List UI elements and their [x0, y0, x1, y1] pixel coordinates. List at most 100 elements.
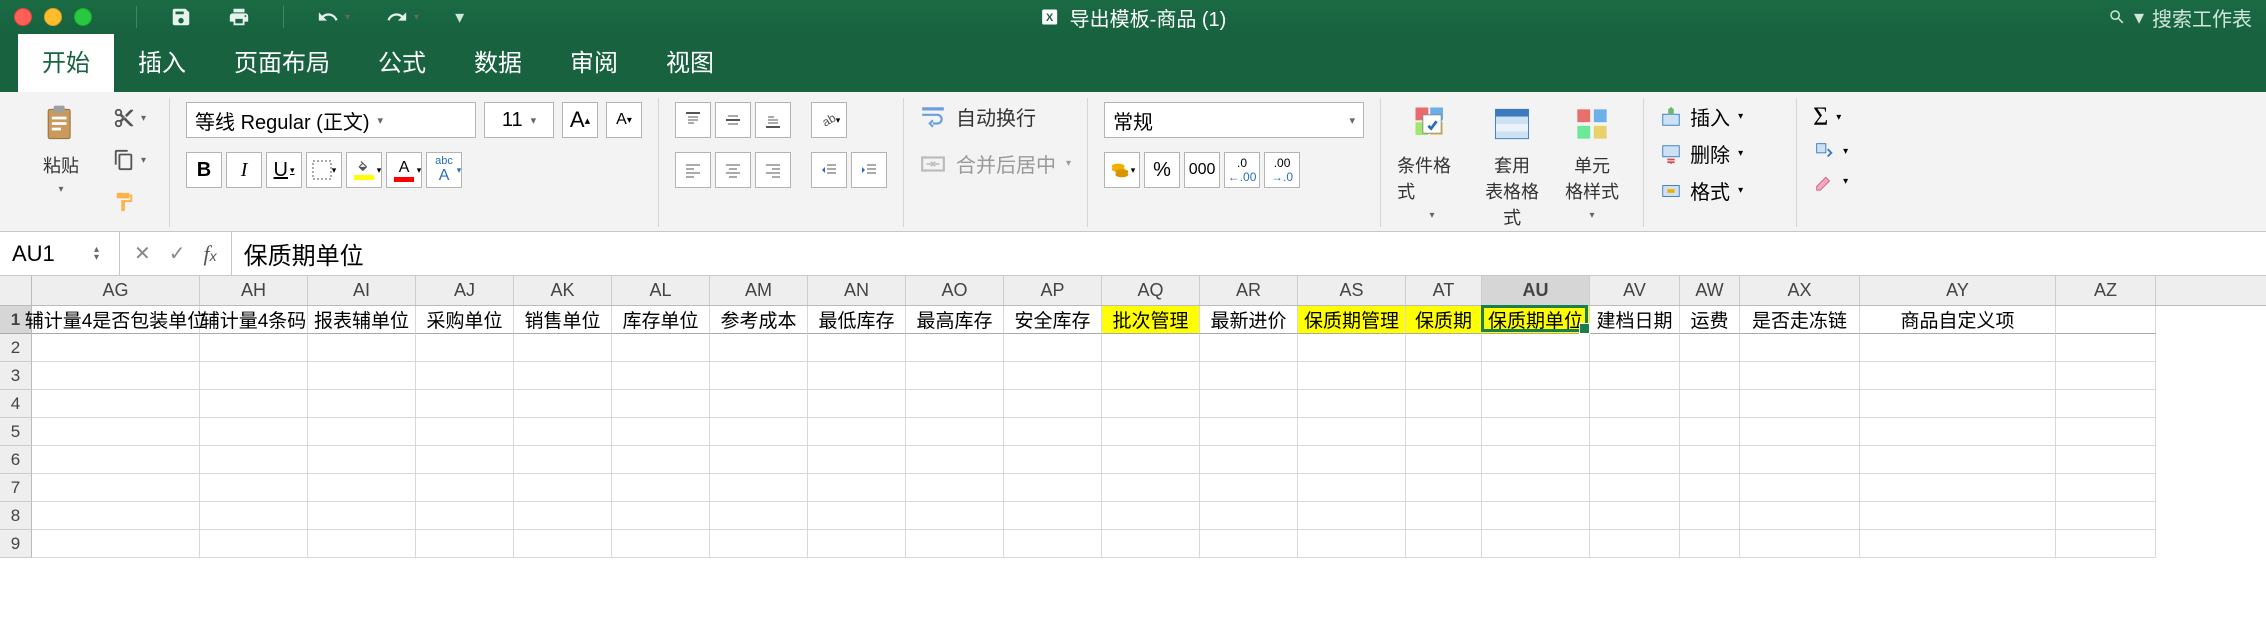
cell[interactable] [710, 446, 808, 474]
cell[interactable] [1298, 502, 1406, 530]
clear-button[interactable]: ▾ [1813, 170, 1873, 192]
cell[interactable] [308, 334, 416, 362]
decrease-font-icon[interactable]: A▾ [606, 102, 642, 138]
cell[interactable] [1590, 362, 1680, 390]
cell[interactable] [1860, 390, 2056, 418]
cell[interactable]: 批次管理 [1102, 306, 1200, 334]
align-bottom-icon[interactable] [755, 102, 791, 138]
cell[interactable] [1102, 334, 1200, 362]
cell[interactable] [1298, 418, 1406, 446]
borders-button[interactable]: ▾ [306, 152, 342, 188]
cell[interactable]: 辅计量4是否包装单位 [32, 306, 200, 334]
cell[interactable]: 最高库存 [906, 306, 1004, 334]
cell[interactable] [1406, 334, 1482, 362]
cell[interactable] [906, 530, 1004, 558]
font-size-selector[interactable]: 11▾ [484, 102, 554, 138]
cell[interactable] [906, 362, 1004, 390]
cell[interactable] [1680, 502, 1740, 530]
column-header[interactable]: AP [1004, 276, 1102, 305]
search-box[interactable]: ▾ 搜索工作表 [2108, 3, 2252, 32]
cell[interactable] [612, 418, 710, 446]
column-header[interactable]: AR [1200, 276, 1298, 305]
cell[interactable] [1102, 474, 1200, 502]
cell[interactable] [1680, 390, 1740, 418]
cell[interactable]: 保质期管理 [1298, 306, 1406, 334]
cell[interactable] [1860, 474, 2056, 502]
cell[interactable] [1004, 502, 1102, 530]
cell[interactable] [200, 446, 308, 474]
cell[interactable] [906, 334, 1004, 362]
select-all-corner[interactable] [0, 276, 32, 306]
cell[interactable]: 保质期 [1406, 306, 1482, 334]
cell[interactable] [2056, 362, 2156, 390]
close-window-button[interactable] [14, 8, 32, 26]
cell[interactable] [1482, 418, 1590, 446]
cell[interactable] [1406, 362, 1482, 390]
cell[interactable] [612, 390, 710, 418]
print-icon[interactable] [221, 1, 257, 33]
cell[interactable]: 运费 [1680, 306, 1740, 334]
cell[interactable]: 最新进价 [1200, 306, 1298, 334]
cell[interactable] [1740, 530, 1860, 558]
cell[interactable] [416, 530, 514, 558]
cell[interactable] [1680, 474, 1740, 502]
percent-button[interactable]: % [1144, 152, 1180, 188]
cell[interactable] [612, 334, 710, 362]
cell[interactable] [1680, 334, 1740, 362]
cell-styles-button[interactable]: 单元 格样式▾ [1557, 102, 1627, 221]
cell[interactable] [416, 474, 514, 502]
column-header[interactable]: AK [514, 276, 612, 305]
cell[interactable] [1102, 446, 1200, 474]
row-header[interactable]: 4 [0, 390, 32, 418]
column-header[interactable]: AN [808, 276, 906, 305]
format-as-table-button[interactable]: 套用 表格格式▾ [1477, 102, 1547, 247]
cell[interactable] [906, 446, 1004, 474]
wrap-text-button[interactable]: 自动换行 [920, 102, 1071, 131]
row-header[interactable]: 3 [0, 362, 32, 390]
cell[interactable]: 保质期单位 [1482, 306, 1590, 334]
tab-视图[interactable]: 视图 [642, 31, 738, 92]
cell[interactable] [1298, 334, 1406, 362]
column-header[interactable]: AY [1860, 276, 2056, 305]
cell[interactable] [514, 362, 612, 390]
align-right-icon[interactable] [755, 152, 791, 188]
cell[interactable]: 参考成本 [710, 306, 808, 334]
column-header[interactable]: AO [906, 276, 1004, 305]
insert-cells-button[interactable]: 插入▾ [1660, 102, 1780, 131]
cell[interactable] [308, 390, 416, 418]
cell[interactable] [416, 446, 514, 474]
column-header[interactable]: AL [612, 276, 710, 305]
cell[interactable] [32, 362, 200, 390]
cell[interactable] [2056, 418, 2156, 446]
cell[interactable] [1298, 474, 1406, 502]
cell[interactable] [1482, 390, 1590, 418]
cell[interactable] [1200, 474, 1298, 502]
cell[interactable] [1406, 390, 1482, 418]
cell[interactable] [308, 502, 416, 530]
cell[interactable] [2056, 502, 2156, 530]
cell[interactable] [1102, 530, 1200, 558]
font-name-selector[interactable]: 等线 Regular (正文)▾ [186, 102, 476, 138]
tab-页面布局[interactable]: 页面布局 [210, 31, 354, 92]
cell[interactable] [308, 474, 416, 502]
cell[interactable] [308, 362, 416, 390]
cell[interactable] [514, 334, 612, 362]
cell[interactable]: 销售单位 [514, 306, 612, 334]
fill-button[interactable]: ▾ [1813, 140, 1873, 162]
cell[interactable] [308, 530, 416, 558]
column-header[interactable]: AU [1482, 276, 1590, 305]
cell[interactable] [2056, 530, 2156, 558]
cell[interactable] [308, 418, 416, 446]
cell[interactable] [808, 446, 906, 474]
cell[interactable] [808, 334, 906, 362]
cell[interactable] [710, 418, 808, 446]
cell[interactable] [1200, 334, 1298, 362]
increase-indent-icon[interactable] [851, 152, 887, 188]
bold-button[interactable]: B [186, 152, 222, 188]
merge-center-button[interactable]: 合并后居中 ▾ [920, 149, 1071, 178]
copy-icon[interactable]: ▾ [106, 144, 153, 176]
cell[interactable] [1102, 418, 1200, 446]
cell[interactable] [710, 334, 808, 362]
cell[interactable] [32, 530, 200, 558]
cell[interactable] [906, 390, 1004, 418]
